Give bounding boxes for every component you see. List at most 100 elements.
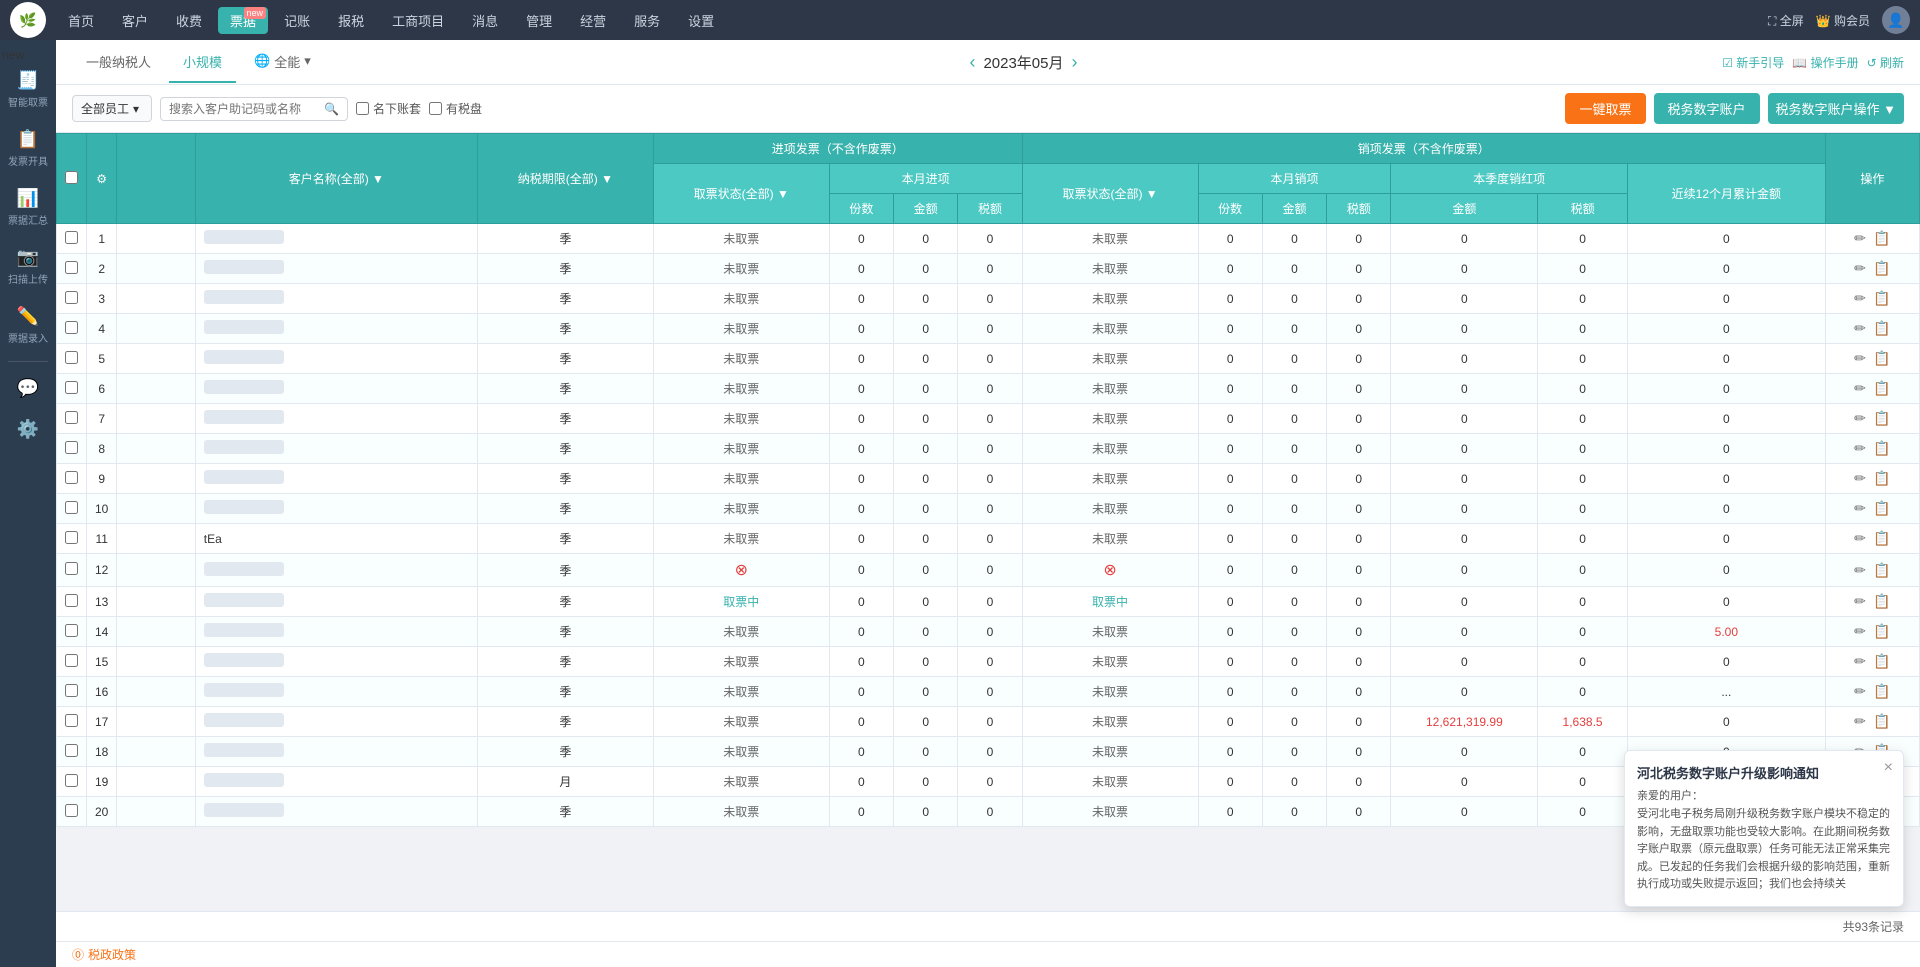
row-checkbox[interactable] xyxy=(57,587,87,617)
fullscreen-btn[interactable]: ⛶ 全屏 xyxy=(1768,12,1804,29)
row-check[interactable] xyxy=(65,441,78,454)
row-checkbox[interactable] xyxy=(57,254,87,284)
row-check[interactable] xyxy=(65,562,78,575)
copy-btn[interactable]: 📋 xyxy=(1873,683,1890,699)
edit-btn[interactable]: ✏ xyxy=(1854,380,1866,396)
row-check[interactable] xyxy=(65,804,78,817)
edit-btn[interactable]: ✏ xyxy=(1854,320,1866,336)
sidebar-bottom-item[interactable]: 💬 xyxy=(2,370,54,407)
tab-小规模[interactable]: 小规模 xyxy=(169,42,236,83)
copy-btn[interactable]: 📋 xyxy=(1873,290,1890,306)
row-check[interactable] xyxy=(65,744,78,757)
tab-一般纳税人[interactable]: 一般纳税人 xyxy=(72,42,165,83)
nav-item-设置[interactable]: 设置 xyxy=(676,7,726,34)
edit-btn[interactable]: ✏ xyxy=(1854,290,1866,306)
row-check[interactable] xyxy=(65,714,78,727)
sidebar-item-票据汇总[interactable]: 📊票据汇总 xyxy=(2,180,54,235)
new-guide-link[interactable]: ☑ 新手引导 xyxy=(1722,54,1784,71)
notification-close-btn[interactable]: × xyxy=(1884,759,1893,777)
row-check[interactable] xyxy=(65,471,78,484)
user-avatar[interactable]: 👤 xyxy=(1882,6,1910,34)
edit-btn[interactable]: ✏ xyxy=(1854,410,1866,426)
one-click-btn[interactable]: 一键取票 xyxy=(1565,93,1645,124)
edit-btn[interactable]: ✏ xyxy=(1854,530,1866,546)
subordinate-check[interactable] xyxy=(356,102,369,115)
row-check[interactable] xyxy=(65,351,78,364)
copy-btn[interactable]: 📋 xyxy=(1873,470,1890,486)
sidebar-item-发票开具[interactable]: 📋发票开具 xyxy=(2,121,54,176)
row-checkbox[interactable] xyxy=(57,344,87,374)
row-checkbox[interactable] xyxy=(57,524,87,554)
select-all-checkbox[interactable] xyxy=(65,171,78,184)
nav-item-首页[interactable]: 首页 xyxy=(56,7,106,34)
row-check[interactable] xyxy=(65,411,78,424)
sidebar-item-智能取票[interactable]: 🧾智能取票 xyxy=(2,62,54,117)
row-checkbox[interactable] xyxy=(57,374,87,404)
tax-policy-bar[interactable]: ⓪ 税政政策 xyxy=(56,941,1920,967)
copy-btn[interactable]: 📋 xyxy=(1873,653,1890,669)
nav-item-经营[interactable]: 经营 xyxy=(568,7,618,34)
nav-item-报税[interactable]: 报税 xyxy=(326,7,376,34)
row-check[interactable] xyxy=(65,654,78,667)
copy-btn[interactable]: 📋 xyxy=(1873,562,1890,578)
edit-btn[interactable]: ✏ xyxy=(1854,562,1866,578)
row-checkbox[interactable] xyxy=(57,464,87,494)
row-check[interactable] xyxy=(65,321,78,334)
copy-btn[interactable]: 📋 xyxy=(1873,320,1890,336)
row-check[interactable] xyxy=(65,624,78,637)
copy-btn[interactable]: 📋 xyxy=(1873,350,1890,366)
row-check[interactable] xyxy=(65,501,78,514)
hastax-check[interactable] xyxy=(429,102,442,115)
row-checkbox[interactable] xyxy=(57,677,87,707)
row-checkbox[interactable] xyxy=(57,617,87,647)
search-input[interactable] xyxy=(169,102,324,116)
nav-item-收费[interactable]: 收费 xyxy=(164,7,214,34)
nav-item-工商项目[interactable]: 工商项目 xyxy=(380,7,456,34)
refresh-link[interactable]: ↺ 刷新 xyxy=(1867,54,1904,71)
sidebar-item-票据录入[interactable]: ✏️票据录入 xyxy=(2,298,54,353)
tab-全能[interactable]: 🌐 全能 ▾ xyxy=(240,42,325,83)
row-check[interactable] xyxy=(65,774,78,787)
digital-tax-op-btn[interactable]: 税务数字账户操作 ▼ xyxy=(1768,93,1904,124)
copy-btn[interactable]: 📋 xyxy=(1873,623,1890,639)
row-check[interactable] xyxy=(65,261,78,274)
copy-btn[interactable]: 📋 xyxy=(1873,713,1890,729)
edit-btn[interactable]: ✏ xyxy=(1854,500,1866,516)
row-checkbox[interactable] xyxy=(57,284,87,314)
copy-btn[interactable]: 📋 xyxy=(1873,440,1890,456)
row-checkbox[interactable] xyxy=(57,314,87,344)
sidebar-item-扫描上传[interactable]: 📷扫描上传 xyxy=(2,239,54,294)
nav-item-客户[interactable]: 客户 xyxy=(110,7,160,34)
edit-btn[interactable]: ✏ xyxy=(1854,230,1866,246)
nav-item-消息[interactable]: 消息 xyxy=(460,7,510,34)
sidebar-bottom-item[interactable]: ⚙️ xyxy=(2,411,54,448)
row-checkbox[interactable] xyxy=(57,554,87,587)
row-check[interactable] xyxy=(65,594,78,607)
copy-btn[interactable]: 📋 xyxy=(1873,260,1890,276)
edit-btn[interactable]: ✏ xyxy=(1854,593,1866,609)
member-btn[interactable]: 👑 购会员 xyxy=(1816,12,1870,29)
manual-link[interactable]: 📖 操作手册 xyxy=(1792,54,1858,71)
row-check[interactable] xyxy=(65,291,78,304)
copy-btn[interactable]: 📋 xyxy=(1873,593,1890,609)
copy-btn[interactable]: 📋 xyxy=(1873,500,1890,516)
copy-btn[interactable]: 📋 xyxy=(1873,530,1890,546)
edit-btn[interactable]: ✏ xyxy=(1854,623,1866,639)
row-checkbox[interactable] xyxy=(57,647,87,677)
edit-btn[interactable]: ✏ xyxy=(1854,683,1866,699)
row-checkbox[interactable] xyxy=(57,767,87,797)
row-check[interactable] xyxy=(65,231,78,244)
row-checkbox[interactable] xyxy=(57,797,87,827)
row-checkbox[interactable] xyxy=(57,707,87,737)
row-checkbox[interactable] xyxy=(57,737,87,767)
row-checkbox[interactable] xyxy=(57,224,87,254)
row-checkbox[interactable] xyxy=(57,434,87,464)
edit-btn[interactable]: ✏ xyxy=(1854,350,1866,366)
nav-item-记账[interactable]: 记账 xyxy=(272,7,322,34)
nav-item-服务[interactable]: 服务 xyxy=(622,7,672,34)
nav-item-管理[interactable]: 管理 xyxy=(514,7,564,34)
edit-btn[interactable]: ✏ xyxy=(1854,713,1866,729)
edit-btn[interactable]: ✏ xyxy=(1854,260,1866,276)
edit-btn[interactable]: ✏ xyxy=(1854,653,1866,669)
employee-select[interactable]: 全部员工 ▾ xyxy=(72,95,152,122)
